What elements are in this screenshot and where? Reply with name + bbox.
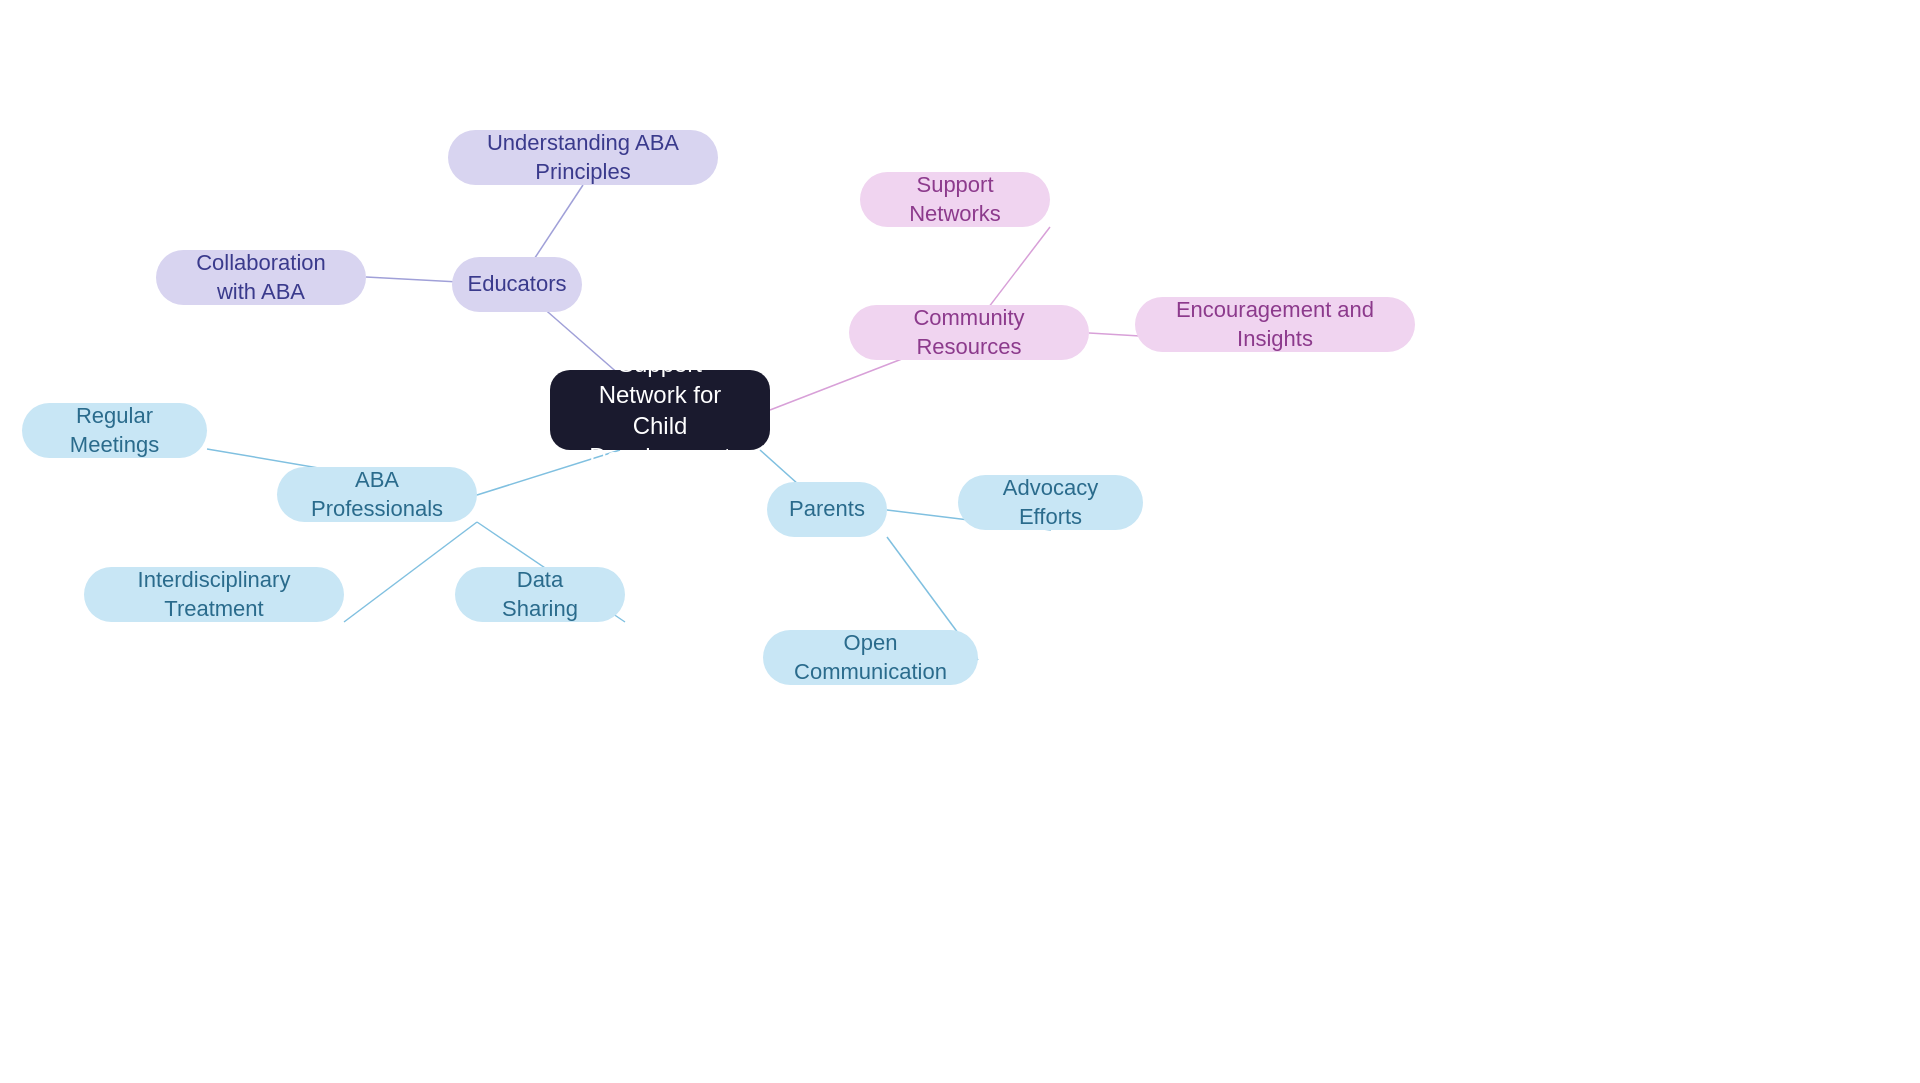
data-sharing-node: Data Sharing — [455, 567, 625, 622]
aba-professionals-node: ABA Professionals — [277, 467, 477, 522]
collaboration-aba-node: Collaboration with ABA — [156, 250, 366, 305]
support-networks-node: Support Networks — [860, 172, 1050, 227]
understanding-aba-node: Understanding ABA Principles — [448, 130, 718, 185]
encouragement-insights-node: Encouragement and Insights — [1135, 297, 1415, 352]
open-communication-node: Open Communication — [763, 630, 978, 685]
advocacy-efforts-node: Advocacy Efforts — [958, 475, 1143, 530]
regular-meetings-node: Regular Meetings — [22, 403, 207, 458]
interdisciplinary-treatment-node: Interdisciplinary Treatment — [84, 567, 344, 622]
center-node: Support Network for Child Development — [550, 370, 770, 450]
educators-node: Educators — [452, 257, 582, 312]
parents-node: Parents — [767, 482, 887, 537]
community-resources-node: Community Resources — [849, 305, 1089, 360]
